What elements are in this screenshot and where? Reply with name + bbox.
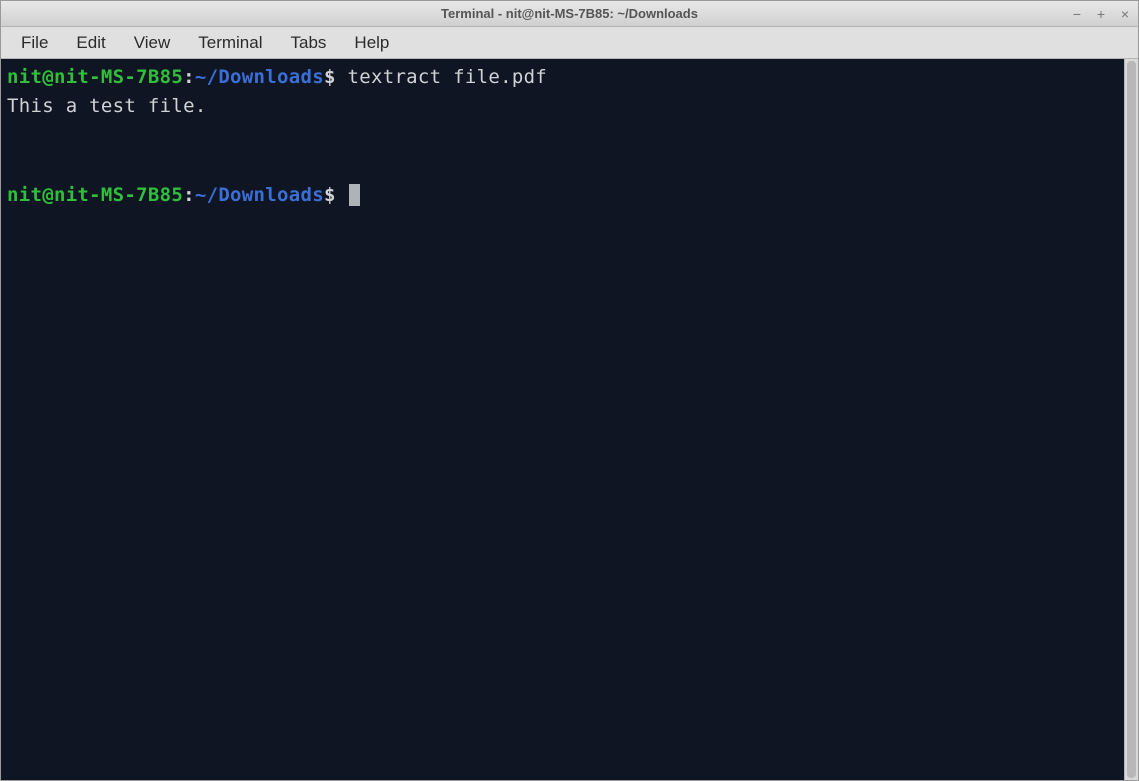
window-title: Terminal - nit@nit-MS-7B85: ~/Downloads xyxy=(441,6,698,21)
menu-terminal[interactable]: Terminal xyxy=(186,30,274,56)
terminal-content[interactable]: nit@nit-MS-7B85:~/Downloads$ textract fi… xyxy=(1,59,1124,780)
prompt-dollar: $ xyxy=(324,66,336,88)
menubar: File Edit View Terminal Tabs Help xyxy=(1,27,1138,59)
menu-view[interactable]: View xyxy=(122,30,183,56)
menu-tabs[interactable]: Tabs xyxy=(279,30,339,56)
close-icon[interactable]: × xyxy=(1118,7,1132,21)
scroll-thumb[interactable] xyxy=(1127,61,1136,778)
prompt-path: ~/Downloads xyxy=(195,184,324,206)
prompt-colon: : xyxy=(183,66,195,88)
prompt-colon: : xyxy=(183,184,195,206)
prompt-userhost: nit@nit-MS-7B85 xyxy=(7,66,183,88)
titlebar: Terminal - nit@nit-MS-7B85: ~/Downloads … xyxy=(1,1,1138,27)
prompt-dollar: $ xyxy=(324,184,336,206)
output-line: This a test file. xyxy=(7,95,207,117)
prompt-userhost: nit@nit-MS-7B85 xyxy=(7,184,183,206)
command-text: textract file.pdf xyxy=(347,66,547,88)
window-controls: − + × xyxy=(1070,1,1132,26)
menu-file[interactable]: File xyxy=(9,30,60,56)
terminal-wrap: nit@nit-MS-7B85:~/Downloads$ textract fi… xyxy=(1,59,1138,780)
cursor-block xyxy=(349,184,360,206)
maximize-icon[interactable]: + xyxy=(1094,7,1108,21)
scrollbar[interactable] xyxy=(1124,59,1138,780)
terminal-window: Terminal - nit@nit-MS-7B85: ~/Downloads … xyxy=(0,0,1139,781)
menu-edit[interactable]: Edit xyxy=(64,30,117,56)
menu-help[interactable]: Help xyxy=(342,30,401,56)
prompt-path: ~/Downloads xyxy=(195,66,324,88)
minimize-icon[interactable]: − xyxy=(1070,7,1084,21)
